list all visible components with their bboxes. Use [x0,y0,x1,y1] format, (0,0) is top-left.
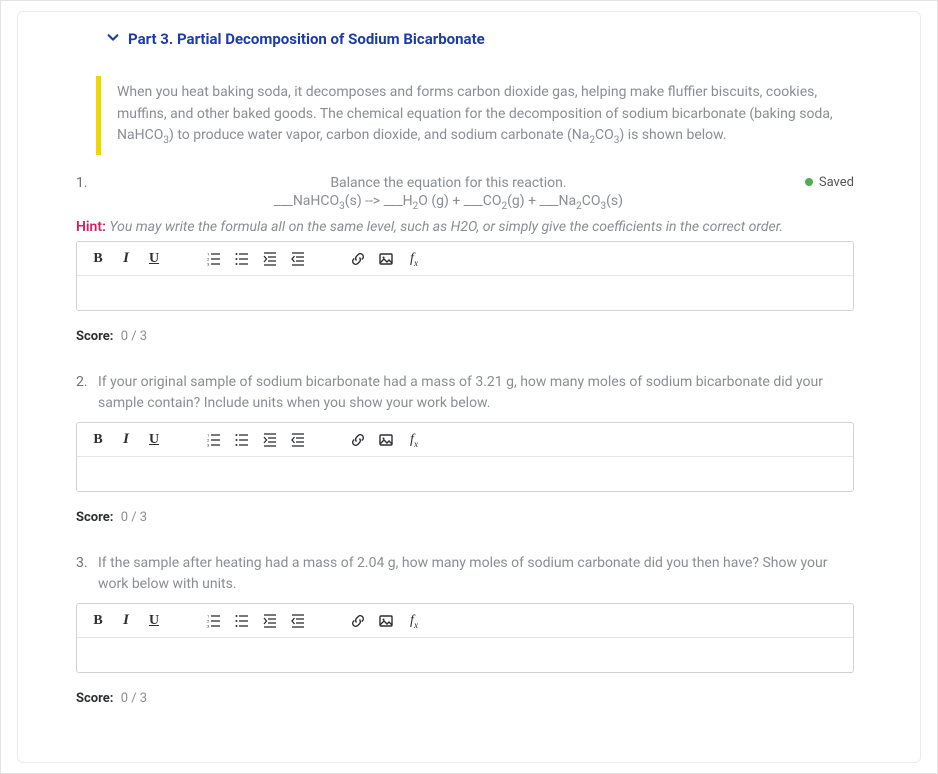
hint-label: Hint: [76,219,106,235]
content-card: Part 3. Partial Decomposition of Sodium … [17,11,921,763]
question-prompt: Balance the equation for this reaction. … [104,175,793,212]
score-row: Score: 0 / 3 [76,329,854,344]
question-2-body: If your original sample of sodium bicarb… [98,372,854,414]
answer-editor-1: B I U 123 fx [76,241,854,311]
saved-indicator: Saved [805,175,854,190]
question-1: 1. Balance the equation for this reactio… [76,175,854,345]
link-button[interactable] [345,428,371,452]
editor-toolbar: B I U 123 fx [77,604,853,638]
score-row: Score: 0 / 3 [76,691,854,706]
ordered-list-button[interactable]: 123 [201,428,227,452]
score-label: Score: [76,329,113,344]
chevron-down-icon [106,30,120,48]
score-row: Score: 0 / 3 [76,510,854,525]
svg-text:3: 3 [207,623,209,628]
intro-callout: When you heat baking soda, it decomposes… [96,76,876,155]
bold-button[interactable]: B [85,428,111,452]
question-1-header: 1. Balance the equation for this reactio… [76,175,854,212]
answer-input-3[interactable] [77,638,853,672]
score-label: Score: [76,510,113,525]
page-container: Part 3. Partial Decomposition of Sodium … [0,0,938,774]
question-number: 3. [76,555,92,571]
score-value: 0 / 3 [121,510,147,525]
indent-button[interactable] [257,247,283,271]
question-3: 3. If the sample after heating had a mas… [76,555,854,706]
editor-toolbar: B I U 123 fx [77,242,853,276]
bold-button[interactable]: B [85,609,111,633]
score-value: 0 / 3 [121,329,147,344]
equation-button[interactable]: fx [401,247,427,271]
question-number: 1. [76,175,92,191]
question-3-body: If the sample after heating had a mass o… [98,553,854,595]
section-toggle[interactable]: Part 3. Partial Decomposition of Sodium … [106,30,892,48]
prompt-equation: ___NaHCO3(s) --> ___H2O (g) + ___CO2(g) … [274,193,623,212]
saved-dot-icon [805,178,813,186]
italic-button[interactable]: I [113,247,139,271]
underline-button[interactable]: U [141,609,167,633]
italic-button[interactable]: I [113,609,139,633]
score-value: 0 / 3 [121,691,147,706]
ordered-list-button[interactable]: 123 [201,247,227,271]
svg-text:3: 3 [207,261,209,266]
answer-editor-3: B I U 123 fx [76,603,854,673]
underline-button[interactable]: U [141,428,167,452]
unordered-list-button[interactable] [229,247,255,271]
hint-text: You may write the formula all on the sam… [109,219,783,235]
underline-button[interactable]: U [141,247,167,271]
image-button[interactable] [373,428,399,452]
saved-label: Saved [819,175,854,190]
answer-input-1[interactable] [77,276,853,310]
prompt-line-1: Balance the equation for this reaction. [104,175,793,191]
outdent-button[interactable] [285,247,311,271]
section-title: Part 3. Partial Decomposition of Sodium … [128,30,485,48]
svg-text:3: 3 [207,442,209,447]
link-button[interactable] [345,609,371,633]
italic-button[interactable]: I [113,428,139,452]
bold-button[interactable]: B [85,247,111,271]
editor-toolbar: B I U 123 fx [77,423,853,457]
question-number: 2. [76,374,92,390]
answer-input-2[interactable] [77,457,853,491]
outdent-button[interactable] [285,428,311,452]
equation-button[interactable]: fx [401,609,427,633]
equation-button[interactable]: fx [401,428,427,452]
ordered-list-button[interactable]: 123 [201,609,227,633]
answer-editor-2: B I U 123 fx [76,422,854,492]
outdent-button[interactable] [285,609,311,633]
image-button[interactable] [373,609,399,633]
image-button[interactable] [373,247,399,271]
indent-button[interactable] [257,428,283,452]
unordered-list-button[interactable] [229,428,255,452]
unordered-list-button[interactable] [229,609,255,633]
indent-button[interactable] [257,609,283,633]
link-button[interactable] [345,247,371,271]
hint-row: Hint: You may write the formula all on t… [76,219,854,235]
question-2: 2. If your original sample of sodium bic… [76,374,854,525]
score-label: Score: [76,691,113,706]
